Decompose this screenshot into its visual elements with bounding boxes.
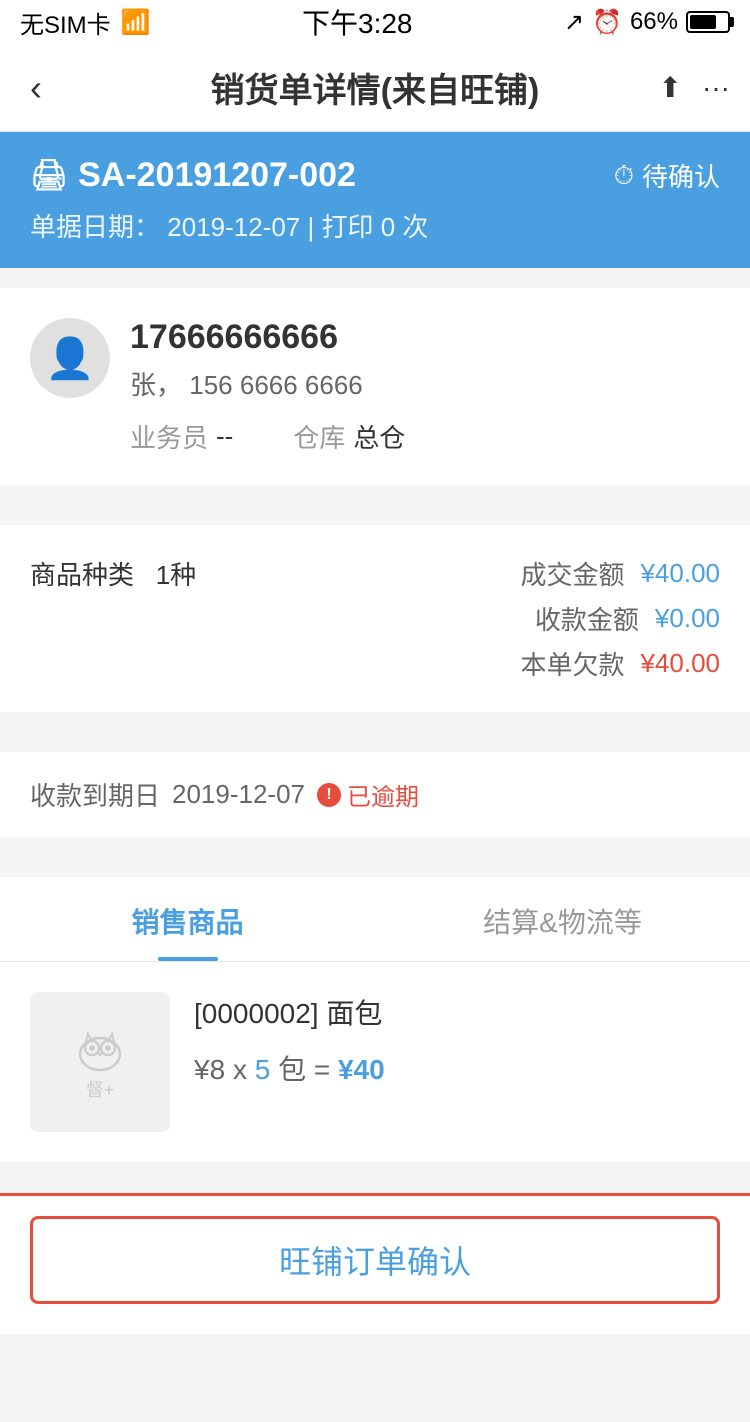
warehouse-value: 总仓 <box>353 418 405 455</box>
product-unit-price: ¥8 <box>194 1054 225 1085</box>
collected-value: ¥0.00 <box>655 603 720 634</box>
avatar-icon: 👤 <box>45 335 95 382</box>
customer-meta: 业务员 -- 仓库 总仓 <box>130 418 720 455</box>
product-title: 面包 <box>326 998 382 1029</box>
header-card-top: 🖨 SA-20191207-002 ⏱ 待确认 <box>30 156 720 195</box>
amount-value: ¥40.00 <box>640 558 720 589</box>
customer-card: 👤 17666666666 张， 156 6666 6666 业务员 -- 仓库… <box>0 288 750 485</box>
product-list: 督+ [0000002] 面包 ¥8 x 5 包 = ¥40 <box>0 962 750 1162</box>
warehouse-label: 仓库 <box>293 418 345 455</box>
print-label: | 打印 <box>307 212 373 242</box>
confirm-order-button[interactable]: 旺铺订单确认 <box>30 1216 720 1304</box>
status-bar: 无SIM卡 📶 下午3:28 ↗ ⏰ 66% <box>0 0 750 44</box>
brand-plus-text: 督+ <box>86 1076 115 1102</box>
carrier-text: 无SIM卡 <box>20 5 111 40</box>
customer-info: 17666666666 张， 156 6666 6666 业务员 -- 仓库 总… <box>130 318 720 455</box>
nav-bar: ‹ 销货单详情(来自旺铺) ⬆ ··· <box>0 44 750 132</box>
owed-row: 本单欠款 ¥40.00 <box>520 645 720 682</box>
order-header-card: 🖨 SA-20191207-002 ⏱ 待确认 单据日期： 2019-12-07… <box>0 132 750 268</box>
product-total: ¥40 <box>338 1054 385 1085</box>
product-types: 商品种类 1种 <box>30 555 196 592</box>
summary-section: 商品种类 1种 成交金额 ¥40.00 收款金额 ¥0.00 本单欠款 ¥40.… <box>0 525 750 712</box>
back-button[interactable]: ‹ <box>20 57 52 119</box>
product-thumb-inner: 督+ <box>70 1022 130 1102</box>
customer-section: 👤 17666666666 张， 156 6666 6666 业务员 -- 仓库… <box>30 318 720 455</box>
product-details: [0000002] 面包 ¥8 x 5 包 = ¥40 <box>194 992 720 1088</box>
product-name: [0000002] 面包 <box>194 992 720 1032</box>
product-type-value: 1种 <box>156 560 196 590</box>
equals-sign: = <box>314 1054 338 1085</box>
product-unit: 包 <box>278 1054 306 1085</box>
due-date-value: 2019-12-07 <box>172 779 305 810</box>
avatar: 👤 <box>30 318 110 398</box>
owl-icon <box>70 1022 130 1072</box>
product-thumbnail: 督+ <box>30 992 170 1132</box>
share-button[interactable]: ⬆ <box>659 71 682 104</box>
tab-sales-products[interactable]: 销售商品 <box>0 877 375 961</box>
salesperson-label: 业务员 <box>130 418 208 455</box>
print-count: 0 <box>381 212 395 242</box>
time-display: 下午3:28 <box>302 2 413 42</box>
page-title: 销货单详情(来自旺铺) <box>211 63 540 112</box>
tab-bar: 销售商品 结算&物流等 <box>0 877 750 962</box>
order-date-row: 单据日期： 2019-12-07 | 打印 0 次 <box>30 207 720 244</box>
warehouse-field: 仓库 总仓 <box>293 418 405 455</box>
order-id-text: SA-20191207-002 <box>78 156 356 195</box>
customer-name: 张， 156 6666 6666 <box>130 365 720 402</box>
order-id: 🖨 SA-20191207-002 <box>30 156 356 195</box>
confirm-button-wrapper: 旺铺订单确认 <box>0 1193 750 1334</box>
status-left: 无SIM卡 📶 <box>20 5 151 40</box>
date-label: 单据日期： <box>30 212 160 242</box>
amount-label: 成交金额 <box>520 555 624 592</box>
owed-label: 本单欠款 <box>520 645 624 682</box>
status-text: 待确认 <box>642 157 720 194</box>
status-right: ↗ ⏰ 66% <box>564 8 730 37</box>
product-item: 督+ [0000002] 面包 ¥8 x 5 包 = ¥40 <box>30 992 720 1132</box>
summary-left: 商品种类 1种 <box>30 555 196 592</box>
order-status-badge: ⏱ 待确认 <box>614 157 720 194</box>
overdue-dot-icon: ! <box>317 783 341 807</box>
wifi-icon: 📶 <box>121 8 151 37</box>
alarm-icon: ⏰ <box>592 8 622 37</box>
battery-text: 66% <box>630 8 678 36</box>
amount-row: 成交金额 ¥40.00 <box>520 555 720 592</box>
salesperson-field: 业务员 -- <box>130 418 233 455</box>
salesperson-value: -- <box>216 421 233 452</box>
due-date-label: 收款到期日 <box>30 776 160 813</box>
battery-icon <box>686 11 730 33</box>
summary-right: 成交金额 ¥40.00 收款金额 ¥0.00 本单欠款 ¥40.00 <box>520 555 720 682</box>
product-code: [0000002] <box>194 998 319 1029</box>
print-suffix: 次 <box>402 212 428 242</box>
overdue-badge: ! 已逾期 <box>317 777 419 812</box>
overdue-text: 已逾期 <box>347 777 419 812</box>
product-type-label: 商品种类 <box>30 560 134 590</box>
order-date-value: 2019-12-07 <box>167 212 300 242</box>
collected-row: 收款金额 ¥0.00 <box>535 600 720 637</box>
nav-actions: ⬆ ··· <box>659 71 730 104</box>
collected-label: 收款金额 <box>535 600 639 637</box>
owed-value: ¥40.00 <box>640 648 720 679</box>
product-quantity: 5 <box>255 1054 271 1085</box>
location-icon: ↗ <box>564 8 584 37</box>
product-price-row: ¥8 x 5 包 = ¥40 <box>194 1048 720 1088</box>
multiply-sign: x <box>233 1054 255 1085</box>
clock-icon: ⏱ <box>614 160 634 192</box>
customer-phone: 17666666666 <box>130 318 720 357</box>
more-button[interactable]: ··· <box>702 72 730 104</box>
tab-settlement[interactable]: 结算&物流等 <box>375 877 750 961</box>
order-icon: 🖨 <box>30 158 68 193</box>
due-date-section: 收款到期日 2019-12-07 ! 已逾期 <box>0 752 750 837</box>
